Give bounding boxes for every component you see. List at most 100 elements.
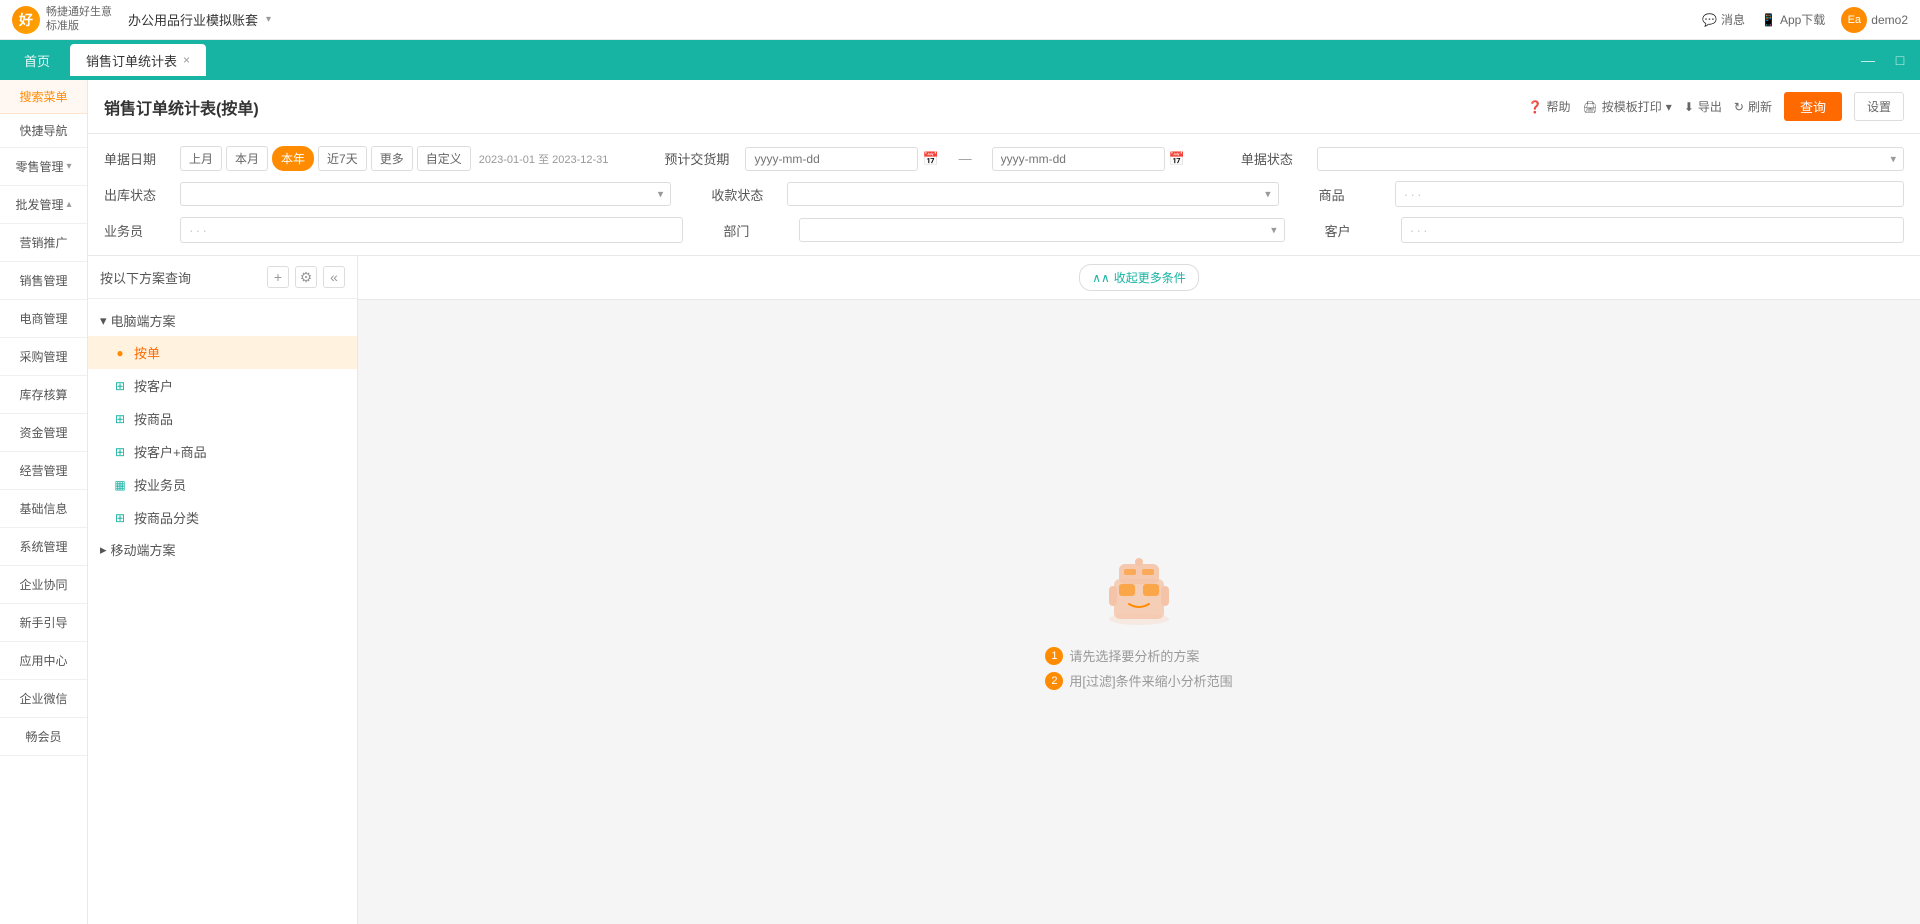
tab-close-icon[interactable]: × — [183, 53, 190, 67]
help-icon: ❓ — [1528, 100, 1543, 114]
tree-item-by-customer-goods[interactable]: ⊞ 按客户+商品 — [88, 435, 357, 468]
app-download-button[interactable]: 📱 App下载 — [1761, 11, 1825, 28]
tree-group-mobile[interactable]: ▸ 移动端方案 — [88, 534, 357, 565]
tab-minimize-button[interactable]: — — [1856, 48, 1880, 72]
delivery-status-wrap — [180, 182, 671, 206]
date-sep: — — [959, 151, 972, 166]
customer-label: 客户 — [1325, 221, 1385, 240]
top-bar-left: 好 畅捷通好生意 标准版 办公用品行业模拟账套 ▾ — [12, 6, 271, 34]
customer-more-dots[interactable]: ··· — [1410, 222, 1430, 238]
calendar-end-icon[interactable]: 📅 — [1169, 151, 1185, 167]
salesperson-label: 业务员 — [104, 221, 164, 240]
left-panel-add-button[interactable]: + — [267, 266, 289, 288]
goods-input-wrap[interactable]: ··· — [1395, 181, 1904, 207]
department-select[interactable] — [799, 218, 1284, 242]
date-btn-more[interactable]: 更多 — [371, 146, 413, 171]
grid-icon-2: ⊞ — [112, 411, 128, 427]
sidebar-item-enterprise[interactable]: 企业协同 — [0, 566, 87, 604]
print-dropdown-icon[interactable]: ▾ — [1666, 100, 1672, 114]
customer-input-wrap[interactable]: ··· — [1401, 217, 1904, 243]
delivery-date-end-wrap: 📅 — [992, 147, 1185, 171]
left-panel-settings-button[interactable]: ⚙ — [295, 266, 317, 288]
empty-tips: 1 请先选择要分析的方案 2 用[过滤]条件来缩小分析范围 — [1045, 646, 1232, 690]
sidebar-item-inventory[interactable]: 库存核算 — [0, 376, 87, 414]
logo-text: 畅捷通好生意 标准版 — [46, 6, 112, 32]
app-dropdown-icon[interactable]: ▾ — [266, 14, 271, 25]
refresh-icon: ↻ — [1734, 100, 1744, 114]
sidebar-item-appcenter[interactable]: 应用中心 — [0, 642, 87, 680]
date-btn-7days[interactable]: 近7天 — [318, 146, 367, 171]
delivery-date-label: 预计交货期 — [664, 149, 729, 168]
sidebar-item-finance[interactable]: 资金管理 — [0, 414, 87, 452]
sidebar-item-member[interactable]: 畅会员 — [0, 718, 87, 756]
export-button[interactable]: ⬇ 导出 — [1684, 98, 1722, 115]
logo-icon: 好 — [12, 6, 40, 34]
tree-item-by-order[interactable]: ● 按单 — [88, 336, 357, 369]
sidebar-item-quick-nav[interactable]: 快捷导航 — [0, 114, 87, 148]
sidebar-item-operations[interactable]: 经营管理 — [0, 452, 87, 490]
date-btn-this-month[interactable]: 本月 — [226, 146, 268, 171]
delivery-status-select[interactable] — [180, 182, 671, 206]
content-area: 销售订单统计表(按单) ❓ 帮助 🖨 按模板打印 ▾ ⬇ 导出 ↻ 刷新 — [88, 80, 1920, 924]
sidebar-item-wechat[interactable]: 企业微信 — [0, 680, 87, 718]
refresh-button[interactable]: ↻ 刷新 — [1734, 98, 1772, 115]
tab-sales-order[interactable]: 销售订单统计表 × — [70, 44, 206, 76]
chevron-up-icon: ▴ — [66, 199, 71, 210]
user-menu[interactable]: Ea demo2 — [1841, 7, 1908, 33]
salesperson-input-wrap[interactable]: ··· — [180, 217, 683, 243]
grid-icon-3: ⊞ — [112, 444, 128, 460]
date-btn-this-year[interactable]: 本年 — [272, 146, 314, 171]
tree-item-by-goods[interactable]: ⊞ 按商品 — [88, 402, 357, 435]
sidebar-item-ecommerce[interactable]: 电商管理 — [0, 300, 87, 338]
tab-home[interactable]: 首页 — [8, 44, 66, 76]
sidebar-item-sales[interactable]: 销售管理 — [0, 262, 87, 300]
sidebar-item-basic[interactable]: 基础信息 — [0, 490, 87, 528]
sidebar-item-marketing[interactable]: 营销推广 — [0, 224, 87, 262]
sidebar-item-purchase[interactable]: 采购管理 — [0, 338, 87, 376]
download-icon: 📱 — [1761, 13, 1776, 27]
top-bar: 好 畅捷通好生意 标准版 办公用品行业模拟账套 ▾ 💬 消息 📱 App下载 E… — [0, 0, 1920, 40]
salesperson-more-dots[interactable]: ··· — [189, 222, 209, 238]
sidebar-item-newbie[interactable]: 新手引导 — [0, 604, 87, 642]
help-button[interactable]: ❓ 帮助 — [1528, 98, 1571, 115]
collapse-row: ∧∧ 收起更多条件 — [358, 256, 1920, 300]
delivery-date-end[interactable] — [992, 147, 1165, 171]
left-panel-collapse-button[interactable]: « — [323, 266, 345, 288]
tree-item-by-salesperson[interactable]: ▦ 按业务员 — [88, 468, 357, 501]
tab-maximize-button[interactable]: □ — [1888, 48, 1912, 72]
settings-button[interactable]: 设置 — [1854, 92, 1904, 121]
empty-state: 1 请先选择要分析的方案 2 用[过滤]条件来缩小分析范围 — [1045, 300, 1232, 924]
query-button[interactable]: 查询 — [1784, 92, 1842, 121]
empty-tip-2: 2 用[过滤]条件来缩小分析范围 — [1045, 671, 1232, 690]
order-status-select[interactable] — [1317, 147, 1904, 171]
sidebar-item-system[interactable]: 系统管理 — [0, 528, 87, 566]
department-wrap — [799, 218, 1284, 242]
payment-status-wrap — [787, 182, 1278, 206]
message-button[interactable]: 💬 消息 — [1702, 11, 1745, 28]
empty-state-icon — [1089, 534, 1189, 634]
sidebar-item-search[interactable]: 搜索菜单 — [0, 80, 87, 114]
goods-more-dots[interactable]: ··· — [1404, 186, 1424, 202]
left-panel-header: 按以下方案查询 + ⚙ « — [88, 256, 357, 299]
tree-item-by-category[interactable]: ⊞ 按商品分类 — [88, 501, 357, 534]
grid-icon: ⊞ — [112, 378, 128, 394]
payment-status-select[interactable] — [787, 182, 1278, 206]
date-btn-custom[interactable]: 自定义 — [417, 146, 471, 171]
sidebar-item-wholesale[interactable]: 批发管理 ▴ — [0, 186, 87, 224]
filter-row-2: 出库状态 收款状态 商品 ··· — [104, 181, 1904, 207]
filter-panel: 单据日期 上月 本月 本年 近7天 更多 自定义 2023-01-01 至 20… — [88, 134, 1920, 256]
tree-group-desktop[interactable]: ▾ 电脑端方案 — [88, 305, 357, 336]
tree-section: ▾ 电脑端方案 ● 按单 ⊞ 按客户 ⊞ 按商品 — [88, 299, 357, 571]
barchart-icon: ▦ — [112, 477, 128, 493]
sidebar-item-retail[interactable]: 零售管理 ▾ — [0, 148, 87, 186]
date-btn-last-month[interactable]: 上月 — [180, 146, 222, 171]
grid-icon-4: ⊞ — [112, 510, 128, 526]
delivery-date-start[interactable] — [745, 147, 918, 171]
tree-item-by-customer[interactable]: ⊞ 按客户 — [88, 369, 357, 402]
tree-group-arrow-down: ▾ — [100, 313, 107, 329]
print-button[interactable]: 🖨 按模板打印 ▾ — [1583, 98, 1672, 115]
calendar-start-icon[interactable]: 📅 — [922, 151, 938, 167]
collapse-more-button[interactable]: ∧∧ 收起更多条件 — [1079, 264, 1199, 291]
right-content: ∧∧ 收起更多条件 — [358, 256, 1920, 924]
date-label: 单据日期 — [104, 149, 164, 168]
